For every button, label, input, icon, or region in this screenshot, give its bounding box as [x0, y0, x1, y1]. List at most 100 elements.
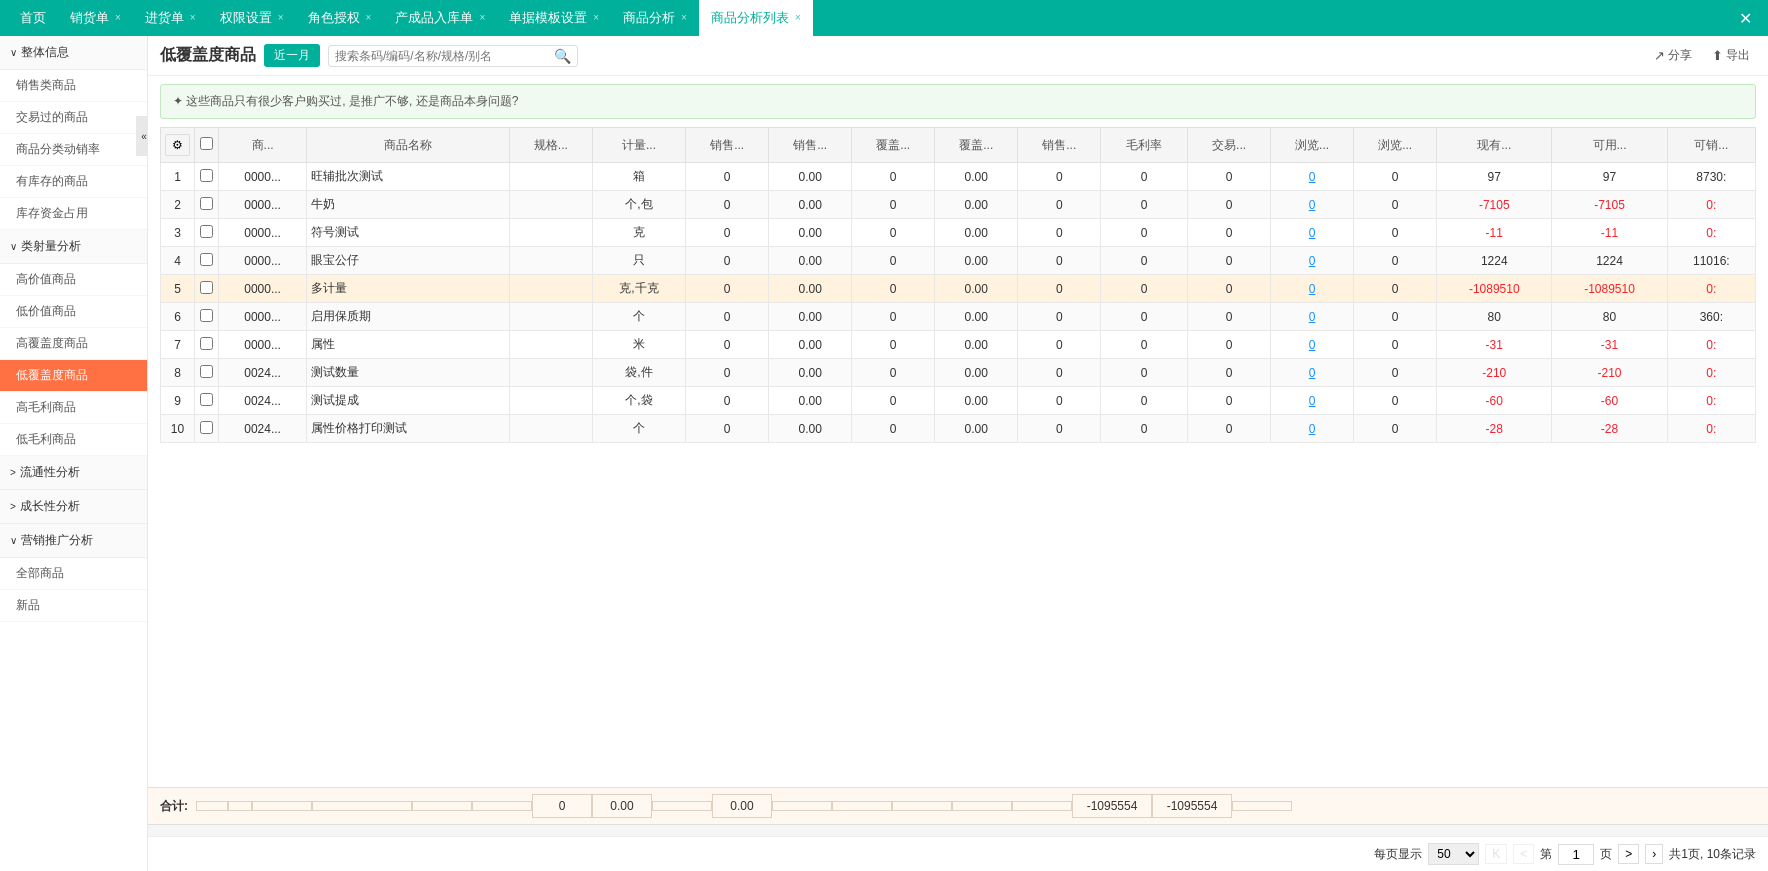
sidebar-section-overall[interactable]: ∨ 整体信息	[0, 36, 147, 70]
sidebar-item-high-coverage[interactable]: 高覆盖度商品	[0, 328, 147, 360]
sidebar-item-traded-products[interactable]: 交易过的商品	[0, 102, 147, 134]
row-sales-amt: 0.00	[769, 219, 852, 247]
row-cov2: 0.00	[935, 247, 1018, 275]
sidebar-item-all-products[interactable]: 全部商品	[0, 558, 147, 590]
nav-close-product-warehouse[interactable]: ×	[479, 0, 485, 36]
row-sellable: 0:	[1667, 331, 1755, 359]
row-num: 6	[161, 303, 195, 331]
row-sales-qty: 0	[686, 247, 769, 275]
row-unit: 只	[592, 247, 685, 275]
nav-close-template-settings[interactable]: ×	[593, 0, 599, 36]
row-checkbox[interactable]	[200, 365, 213, 378]
sidebar-section-coverage[interactable]: ∨ 类射量分析	[0, 230, 147, 264]
row-name: 牛奶	[307, 191, 510, 219]
row-browse1[interactable]: 0	[1271, 219, 1354, 247]
row-checkbox[interactable]	[200, 393, 213, 406]
sidebar-item-low-coverage[interactable]: 低覆盖度商品	[0, 360, 147, 392]
horizontal-scrollbar[interactable]	[148, 824, 1768, 836]
row-sales-x: 0	[1018, 275, 1101, 303]
row-name: 启用保质期	[307, 303, 510, 331]
sidebar: « ∨ 整体信息 销售类商品 交易过的商品 商品分类动销率 有库存的商品 库存资…	[0, 36, 148, 871]
row-browse1[interactable]: 0	[1271, 387, 1354, 415]
row-current: 80	[1437, 303, 1552, 331]
row-gross: 0	[1101, 303, 1188, 331]
first-page-button[interactable]: K	[1485, 844, 1507, 864]
nav-product-analysis[interactable]: 商品分析 ×	[611, 0, 699, 36]
table-row: 8 0024... 测试数量 袋,件 0 0.00 0 0.00 0 0 0 0…	[161, 359, 1756, 387]
header-actions: ↗ 分享 ⬆ 导出	[1648, 44, 1756, 67]
row-checkbox[interactable]	[200, 281, 213, 294]
row-name: 多计量	[307, 275, 510, 303]
row-checkbox[interactable]	[200, 225, 213, 238]
nav-close-permission[interactable]: ×	[278, 0, 284, 36]
row-current: -210	[1437, 359, 1552, 387]
nav-template-settings[interactable]: 单据模板设置 ×	[497, 0, 611, 36]
nav-close-sales-order[interactable]: ×	[115, 0, 121, 36]
page-number-input[interactable]	[1558, 844, 1594, 865]
search-icon[interactable]: 🔍	[554, 48, 571, 64]
sidebar-section-marketing[interactable]: ∨ 营销推广分析	[0, 524, 147, 558]
sidebar-section-growth[interactable]: > 成长性分析	[0, 490, 147, 524]
row-unit: 个	[592, 303, 685, 331]
share-button[interactable]: ↗ 分享	[1648, 44, 1698, 67]
sidebar-section-liquidity[interactable]: > 流通性分析	[0, 456, 147, 490]
sidebar-item-sales-products[interactable]: 销售类商品	[0, 70, 147, 102]
select-all-checkbox[interactable]	[200, 137, 213, 150]
row-sales-qty: 0	[686, 387, 769, 415]
sidebar-item-new-products[interactable]: 新品	[0, 590, 147, 622]
column-settings-button[interactable]: ⚙	[165, 134, 190, 156]
row-browse1[interactable]: 0	[1271, 359, 1354, 387]
row-browse1[interactable]: 0	[1271, 163, 1354, 191]
row-checkbox[interactable]	[200, 337, 213, 350]
nav-purchase-order[interactable]: 进货单 ×	[133, 0, 208, 36]
prev-page-button[interactable]: <	[1513, 844, 1534, 864]
last-page-button[interactable]: ›	[1645, 844, 1663, 864]
row-checkbox[interactable]	[200, 169, 213, 182]
col-settings[interactable]: ⚙	[161, 128, 195, 163]
row-current: -1089510	[1437, 275, 1552, 303]
sidebar-item-stocked-products[interactable]: 有库存的商品	[0, 166, 147, 198]
row-code: 0000...	[219, 163, 307, 191]
window-close-button[interactable]: ✕	[1731, 9, 1760, 28]
row-browse1[interactable]: 0	[1271, 415, 1354, 443]
sidebar-item-inventory-capital[interactable]: 库存资金占用	[0, 198, 147, 230]
sidebar-item-high-margin[interactable]: 高毛利商品	[0, 392, 147, 424]
row-code: 0024...	[219, 359, 307, 387]
sidebar-item-low-margin[interactable]: 低毛利商品	[0, 424, 147, 456]
nav-home[interactable]: 首页	[8, 0, 58, 36]
row-gross: 0	[1101, 191, 1188, 219]
footer-cov2: 0.00	[712, 794, 772, 818]
nav-product-warehouse[interactable]: 产成品入库单 ×	[383, 0, 497, 36]
row-browse1[interactable]: 0	[1271, 303, 1354, 331]
nav-close-product-analysis[interactable]: ×	[681, 0, 687, 36]
row-checkbox[interactable]	[200, 253, 213, 266]
row-browse1[interactable]: 0	[1271, 331, 1354, 359]
row-cov1: 0	[852, 415, 935, 443]
row-browse1[interactable]: 0	[1271, 191, 1354, 219]
nav-close-purchase-order[interactable]: ×	[190, 0, 196, 36]
nav-close-product-analysis-list[interactable]: ×	[795, 0, 801, 36]
nav-sales-order[interactable]: 销货单 ×	[58, 0, 133, 36]
sidebar-item-low-value[interactable]: 低价值商品	[0, 296, 147, 328]
nav-product-analysis-list[interactable]: 商品分析列表 ×	[699, 0, 813, 36]
nav-close-role-auth[interactable]: ×	[366, 0, 372, 36]
search-input[interactable]	[335, 49, 550, 63]
row-browse1[interactable]: 0	[1271, 247, 1354, 275]
nav-role-auth[interactable]: 角色授权 ×	[296, 0, 384, 36]
per-page-select[interactable]: 50 20 100	[1428, 843, 1479, 865]
sidebar-arrow-growth: >	[10, 501, 16, 512]
row-checkbox[interactable]	[200, 309, 213, 322]
next-page-button[interactable]: >	[1618, 844, 1639, 864]
row-checkbox[interactable]	[200, 197, 213, 210]
sidebar-item-high-value[interactable]: 高价值商品	[0, 264, 147, 296]
sidebar-collapse-button[interactable]: «	[136, 116, 148, 156]
row-checkbox-cell	[195, 191, 219, 219]
row-sales-x: 0	[1018, 191, 1101, 219]
row-checkbox[interactable]	[200, 421, 213, 434]
col-unit-header: 计量...	[592, 128, 685, 163]
time-filter-button[interactable]: 近一月	[264, 44, 320, 67]
row-browse1[interactable]: 0	[1271, 275, 1354, 303]
sidebar-item-category-activity[interactable]: 商品分类动销率	[0, 134, 147, 166]
nav-permission[interactable]: 权限设置 ×	[208, 0, 296, 36]
export-button[interactable]: ⬆ 导出	[1706, 44, 1756, 67]
